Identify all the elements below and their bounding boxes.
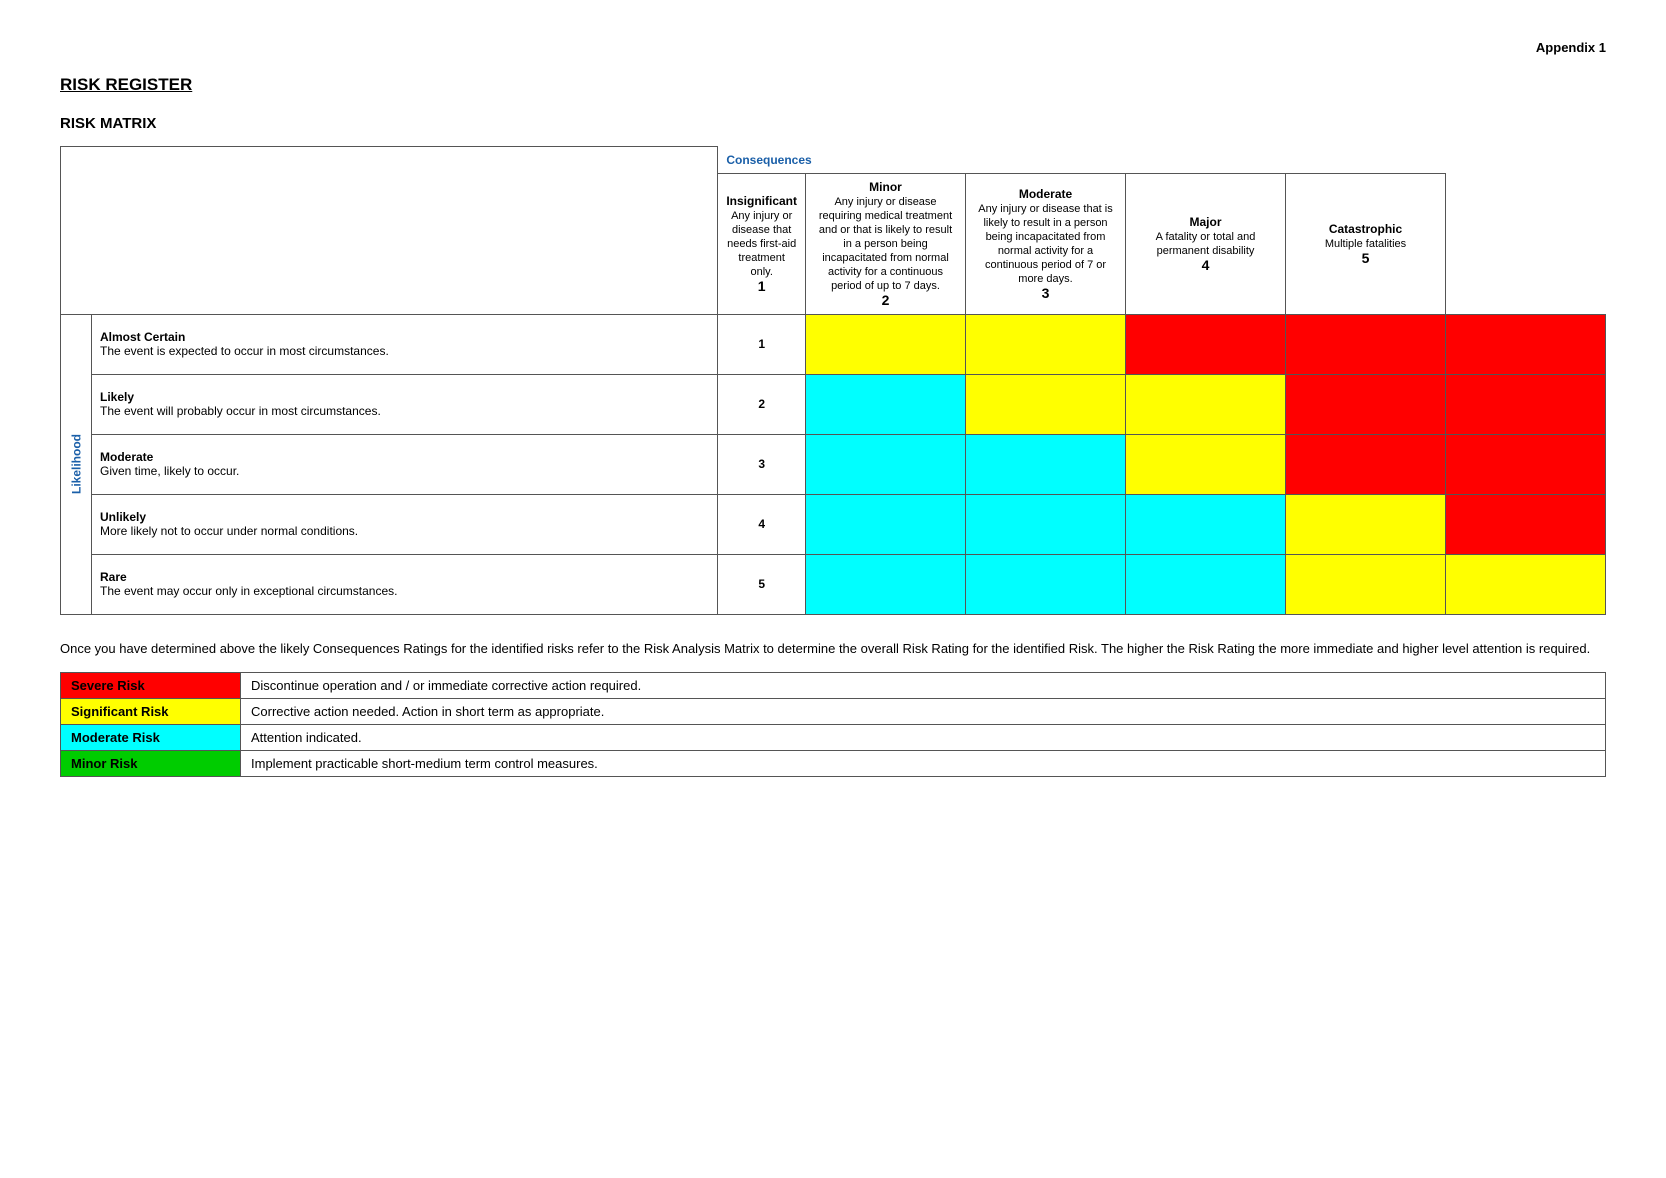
col-header-1: MinorAny injury or disease requiring med… bbox=[806, 173, 966, 314]
matrix-cell-3-1 bbox=[966, 494, 1126, 554]
matrix-cell-1-3 bbox=[1286, 374, 1446, 434]
legend-label-2: Moderate Risk bbox=[61, 725, 241, 751]
row-num-1: 2 bbox=[718, 374, 806, 434]
matrix-cell-4-3 bbox=[1286, 554, 1446, 614]
matrix-cell-0-2 bbox=[1126, 314, 1286, 374]
legend-desc-3: Implement practicable short-medium term … bbox=[241, 751, 1606, 777]
matrix-cell-3-2 bbox=[1126, 494, 1286, 554]
row-num-3: 4 bbox=[718, 494, 806, 554]
row-label-2: ModerateGiven time, likely to occur. bbox=[92, 434, 718, 494]
matrix-cell-3-4 bbox=[1446, 494, 1606, 554]
legend-desc-1: Corrective action needed. Action in shor… bbox=[241, 699, 1606, 725]
matrix-cell-3-0 bbox=[806, 494, 966, 554]
legend-label-0: Severe Risk bbox=[61, 673, 241, 699]
matrix-cell-0-3 bbox=[1286, 314, 1446, 374]
matrix-cell-0-1 bbox=[966, 314, 1126, 374]
consequences-header: Consequences bbox=[718, 147, 1446, 174]
matrix-cell-1-2 bbox=[1126, 374, 1286, 434]
section-title: RISK MATRIX bbox=[60, 115, 1606, 132]
legend-label-3: Minor Risk bbox=[61, 751, 241, 777]
page-title: RISK REGISTER bbox=[60, 75, 1606, 95]
matrix-cell-1-0 bbox=[806, 374, 966, 434]
col-header-4: CatastrophicMultiple fatalities5 bbox=[1286, 173, 1446, 314]
legend-desc-0: Discontinue operation and / or immediate… bbox=[241, 673, 1606, 699]
matrix-cell-2-3 bbox=[1286, 434, 1446, 494]
matrix-cell-3-3 bbox=[1286, 494, 1446, 554]
likelihood-header: Likelihood bbox=[61, 314, 92, 614]
matrix-cell-2-4 bbox=[1446, 434, 1606, 494]
matrix-cell-4-4 bbox=[1446, 554, 1606, 614]
row-label-0: Almost CertainThe event is expected to o… bbox=[92, 314, 718, 374]
col-header-2: ModerateAny injury or disease that is li… bbox=[966, 173, 1126, 314]
col-header-3: MajorA fatality or total and permanent d… bbox=[1126, 173, 1286, 314]
row-label-4: RareThe event may occur only in exceptio… bbox=[92, 554, 718, 614]
matrix-cell-4-1 bbox=[966, 554, 1126, 614]
row-label-1: LikelyThe event will probably occur in m… bbox=[92, 374, 718, 434]
risk-matrix-table: ConsequencesInsignificantAny injury or d… bbox=[60, 146, 1606, 615]
row-num-4: 5 bbox=[718, 554, 806, 614]
row-num-0: 1 bbox=[718, 314, 806, 374]
row-num-2: 3 bbox=[718, 434, 806, 494]
appendix-label: Appendix 1 bbox=[60, 40, 1606, 55]
matrix-cell-1-1 bbox=[966, 374, 1126, 434]
matrix-cell-0-4 bbox=[1446, 314, 1606, 374]
explanation-text: Once you have determined above the likel… bbox=[60, 639, 1606, 659]
matrix-cell-2-1 bbox=[966, 434, 1126, 494]
matrix-cell-0-0 bbox=[806, 314, 966, 374]
matrix-cell-4-2 bbox=[1126, 554, 1286, 614]
col-header-0: InsignificantAny injury or disease that … bbox=[718, 173, 806, 314]
legend-table: Severe RiskDiscontinue operation and / o… bbox=[60, 672, 1606, 777]
legend-desc-2: Attention indicated. bbox=[241, 725, 1606, 751]
legend-label-1: Significant Risk bbox=[61, 699, 241, 725]
matrix-cell-2-2 bbox=[1126, 434, 1286, 494]
matrix-cell-2-0 bbox=[806, 434, 966, 494]
matrix-cell-4-0 bbox=[806, 554, 966, 614]
row-label-3: UnlikelyMore likely not to occur under n… bbox=[92, 494, 718, 554]
matrix-cell-1-4 bbox=[1446, 374, 1606, 434]
